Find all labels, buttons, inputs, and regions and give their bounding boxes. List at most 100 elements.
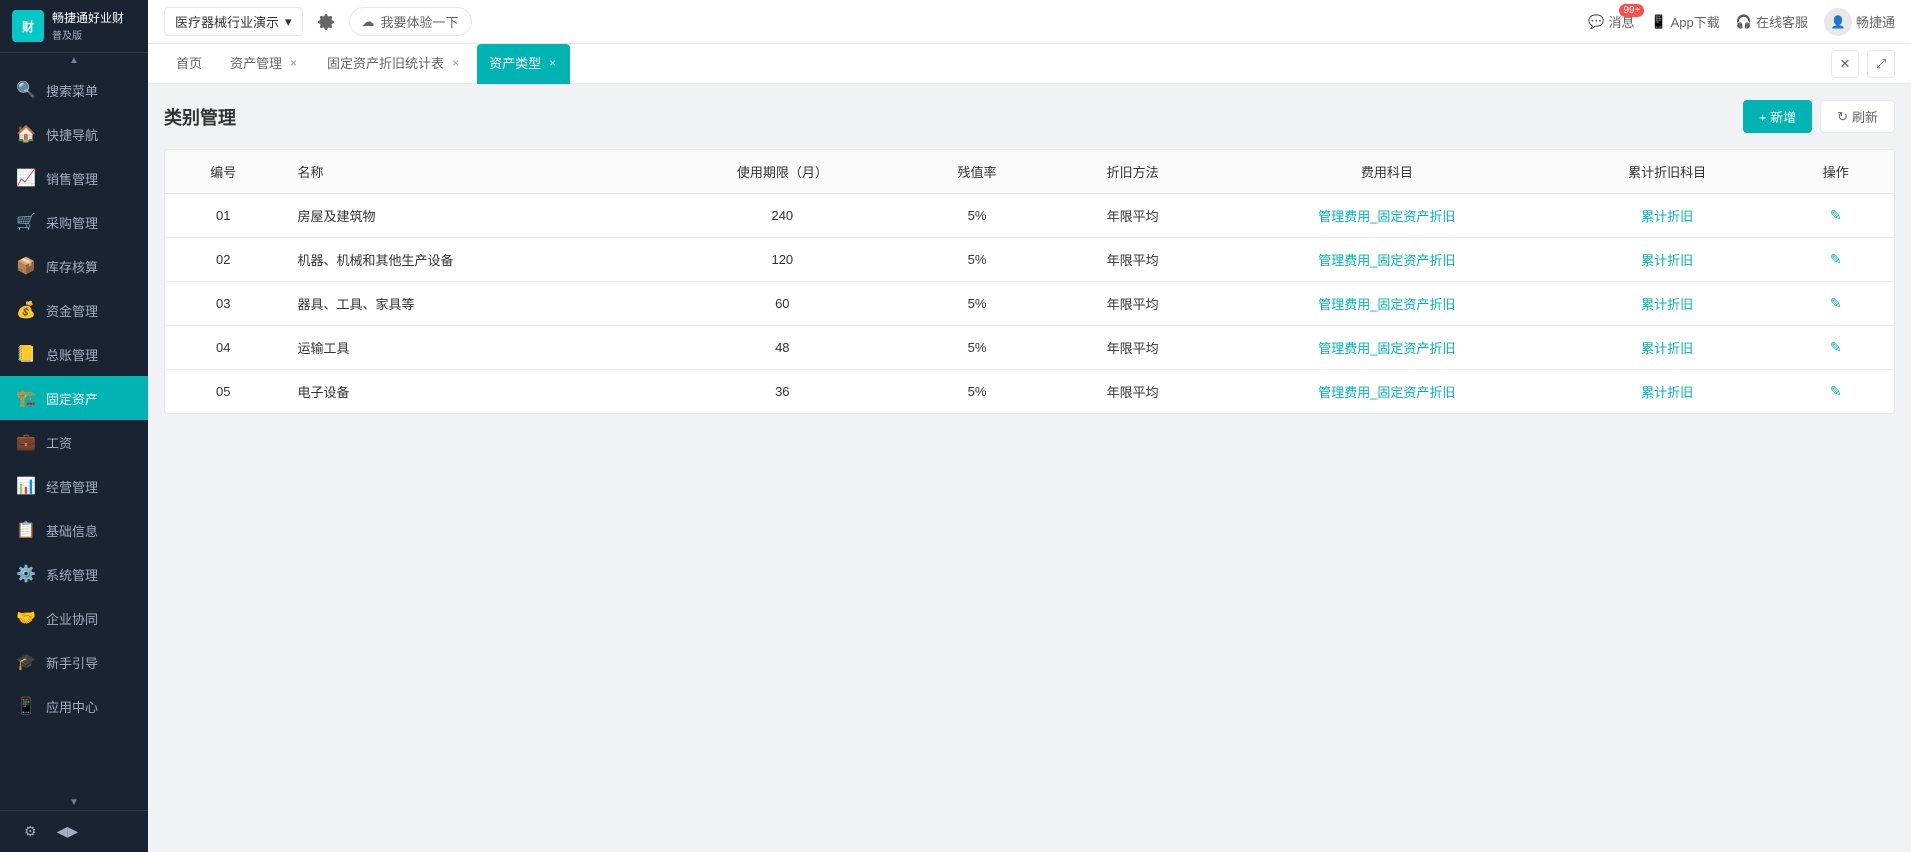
cell-residual: 5% [906,370,1049,414]
cell-action: ✎ [1778,194,1895,238]
edit-btn[interactable]: ✎ [1830,295,1842,311]
table-header-row: 编号 名称 使用期限（月） 残值率 折旧方法 费用科目 累计折旧科目 操作 [165,150,1894,194]
expense-link[interactable]: 管理费用_固定资产折旧 [1318,297,1455,312]
sidebar: 财 畅捷通好业财 普及版 ▲ 🔍 搜索菜单 🏠 快捷导航 📈 销售管理 🛒 采购… [0,0,148,852]
cell-residual: 5% [906,238,1049,282]
accumulated-link[interactable]: 累计折旧 [1641,341,1693,356]
expense-link[interactable]: 管理费用_固定资产折旧 [1318,341,1455,356]
new-btn[interactable]: + 新增 [1743,100,1812,133]
expense-link[interactable]: 管理费用_固定资产折旧 [1318,253,1455,268]
sidebar-item-label: 固定资产 [46,389,98,408]
enterprise-icon: 🤝 [16,608,36,628]
table-row: 05 电子设备 36 5% 年限平均 管理费用_固定资产折旧 累计折旧 ✎ [165,370,1894,414]
topbar-left: 医疗器械行业演示 ▾ ☁ 我要体验一下 [164,7,472,37]
user-btn[interactable]: 👤 畅捷通 [1824,8,1895,36]
message-btn[interactable]: 💬 消息 99+ [1588,12,1634,31]
experience-btn[interactable]: ☁ 我要体验一下 [349,7,472,36]
tab-depreciation-stats-close[interactable]: × [450,54,461,72]
inventory-icon: 📦 [16,256,36,276]
sidebar-item-quick-nav[interactable]: 🏠 快捷导航 [0,112,148,156]
cell-method: 年限平均 [1048,370,1217,414]
sidebar-item-search[interactable]: 🔍 搜索菜单 [0,68,148,112]
edit-btn[interactable]: ✎ [1830,339,1842,355]
cell-code: 03 [165,282,281,326]
app-download-icon: 📱 [1650,14,1666,30]
avatar: 👤 [1824,8,1852,36]
tab-home[interactable]: 首页 [164,44,214,84]
tab-asset-type[interactable]: 资产类型 × [477,44,570,84]
tab-asset-management-close[interactable]: × [288,54,299,72]
main-area: 医疗器械行业演示 ▾ ☁ 我要体验一下 💬 消息 99+ 📱 [148,0,1911,852]
sidebar-item-capital[interactable]: 💰 资金管理 [0,288,148,332]
accumulated-link[interactable]: 累计折旧 [1641,253,1693,268]
sidebar-item-enterprise[interactable]: 🤝 企业协同 [0,596,148,640]
sidebar-item-sales[interactable]: 📈 销售管理 [0,156,148,200]
cell-code: 01 [165,194,281,238]
app-settings-btn[interactable] [311,7,341,37]
cell-period: 240 [659,194,906,238]
cell-code: 05 [165,370,281,414]
sidebar-item-label: 资金管理 [46,301,98,320]
tab-expand-btn[interactable]: ⤢ [1867,50,1895,78]
cell-accumulated: 累计折旧 [1557,326,1778,370]
app-download-btn[interactable]: 📱 App下载 [1650,12,1719,31]
apps-icon: 📱 [16,696,36,716]
tab-asset-type-label: 资产类型 [489,53,541,72]
sidebar-item-fixed-assets[interactable]: 🏗️ 固定资产 [0,376,148,420]
logo-icon: 财 [12,10,44,42]
sidebar-item-apps[interactable]: 📱 应用中心 [0,684,148,728]
guide-icon: 🎓 [16,652,36,672]
tab-asset-type-close[interactable]: × [547,54,558,72]
sidebar-item-label: 总账管理 [46,345,98,364]
search-menu-icon: 🔍 [16,80,36,100]
sidebar-item-inventory[interactable]: 📦 库存核算 [0,244,148,288]
refresh-btn[interactable]: ↻ 刷新 [1820,100,1895,133]
col-action: 操作 [1778,150,1895,194]
scroll-down-arrow[interactable]: ▼ [69,797,79,808]
payroll-icon: 💼 [16,432,36,452]
basic-info-icon: 📋 [16,520,36,540]
cell-expense: 管理费用_固定资产折旧 [1217,326,1557,370]
sidebar-item-label: 采购管理 [46,213,98,232]
experience-label: 我要体验一下 [381,12,459,31]
col-accumulated: 累计折旧科目 [1557,150,1778,194]
logo-text: 畅捷通好业财 [52,10,124,27]
cell-method: 年限平均 [1048,238,1217,282]
cell-code: 04 [165,326,281,370]
sidebar-item-system[interactable]: ⚙️ 系统管理 [0,552,148,596]
logo-sub: 普及版 [52,27,124,42]
edit-btn[interactable]: ✎ [1830,383,1842,399]
sidebar-item-purchase[interactable]: 🛒 采购管理 [0,200,148,244]
ledger-icon: 📒 [16,344,36,364]
capital-icon: 💰 [16,300,36,320]
sidebar-item-guide[interactable]: 🎓 新手引导 [0,640,148,684]
accumulated-link[interactable]: 累计折旧 [1641,297,1693,312]
cell-accumulated: 累计折旧 [1557,194,1778,238]
page-actions: + 新增 ↻ 刷新 [1743,100,1895,133]
sidebar-item-ledger[interactable]: 📒 总账管理 [0,332,148,376]
tab-asset-management[interactable]: 资产管理 × [218,44,311,84]
customer-service-btn[interactable]: 🎧 在线客服 [1736,12,1808,31]
table-row: 01 房屋及建筑物 240 5% 年限平均 管理费用_固定资产折旧 累计折旧 ✎ [165,194,1894,238]
sidebar-item-payroll[interactable]: 💼 工资 [0,420,148,464]
tab-close-current-btn[interactable]: ✕ [1831,50,1859,78]
accumulated-link[interactable]: 累计折旧 [1641,209,1693,224]
cell-accumulated: 累计折旧 [1557,238,1778,282]
edit-btn[interactable]: ✎ [1830,251,1842,267]
collapse-btn[interactable]: ◀▶ [49,819,87,844]
settings-btn[interactable]: ⚙ [16,819,45,844]
app-selector-text: 医疗器械行业演示 [175,12,279,31]
experience-icon: ☁ [362,14,375,30]
sidebar-item-label: 系统管理 [46,565,98,584]
edit-btn[interactable]: ✎ [1830,207,1842,223]
tab-depreciation-stats[interactable]: 固定资产折旧统计表 × [315,44,473,84]
cell-accumulated: 累计折旧 [1557,282,1778,326]
expense-link[interactable]: 管理费用_固定资产折旧 [1318,209,1455,224]
accumulated-link[interactable]: 累计折旧 [1641,385,1693,400]
sidebar-item-basic-info[interactable]: 📋 基础信息 [0,508,148,552]
scroll-up-arrow[interactable]: ▲ [69,55,79,66]
tabs-bar: 首页 资产管理 × 固定资产折旧统计表 × 资产类型 × ✕ ⤢ [148,44,1911,84]
sidebar-item-operations[interactable]: 📊 经营管理 [0,464,148,508]
expense-link[interactable]: 管理费用_固定资产折旧 [1318,385,1455,400]
app-selector[interactable]: 医疗器械行业演示 ▾ [164,7,303,36]
